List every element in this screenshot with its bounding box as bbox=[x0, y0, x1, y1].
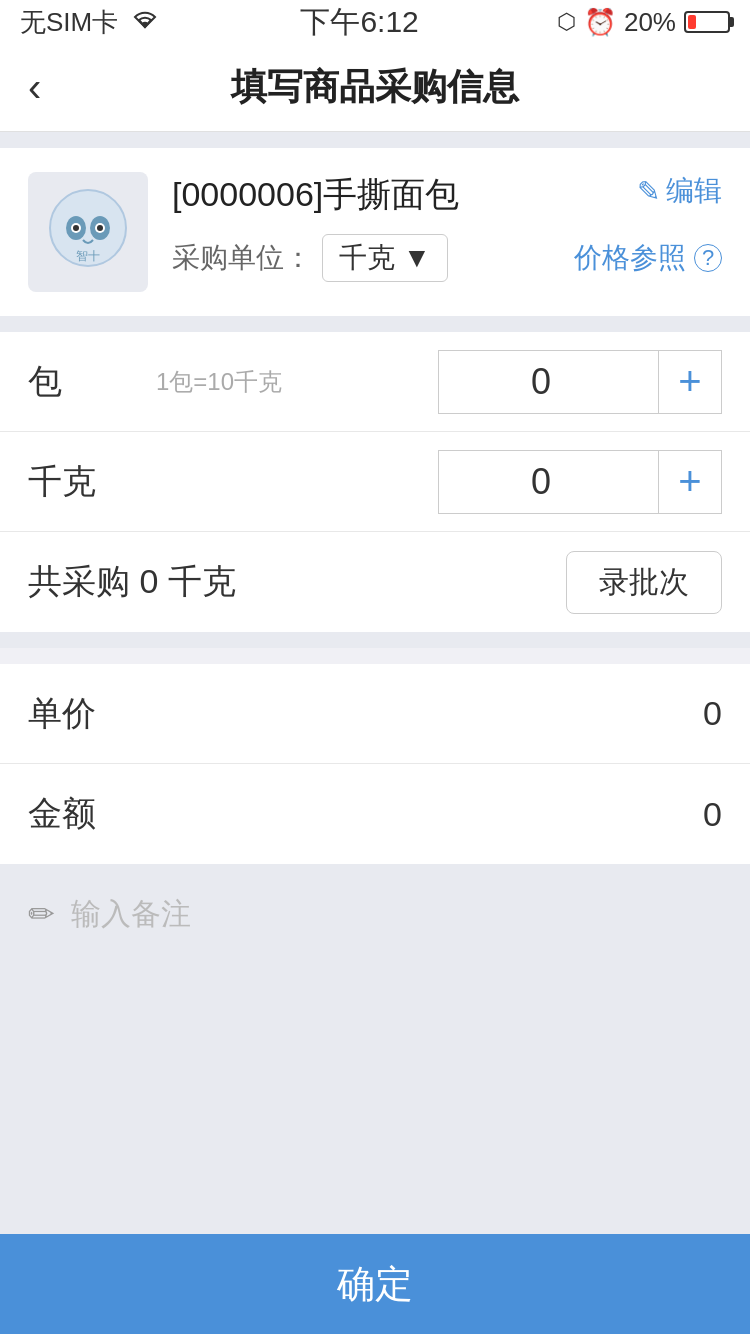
location-icon: ⬡ bbox=[557, 9, 576, 35]
info-section: 单价 0 金额 0 bbox=[0, 664, 750, 864]
back-button[interactable]: ‹ bbox=[28, 65, 41, 110]
product-name-row: [0000006]手撕面包 ✎ 编辑 bbox=[172, 172, 722, 218]
amount-label: 金额 bbox=[28, 791, 96, 837]
status-time: 下午6:12 bbox=[300, 2, 418, 43]
content-spacer bbox=[0, 964, 750, 1264]
product-logo: 智十 bbox=[48, 188, 128, 277]
product-info: [0000006]手撕面包 ✎ 编辑 采购单位： 千克 ▼ 价格参照 ? bbox=[172, 172, 722, 282]
product-card: 智十 [0000006]手撕面包 ✎ 编辑 采购单位： 千克 ▼ bbox=[0, 148, 750, 316]
kg-label: 千克 bbox=[28, 459, 148, 505]
alarm-icon: ⏰ bbox=[584, 7, 616, 38]
confirm-label: 确定 bbox=[337, 1259, 413, 1310]
product-name: [0000006]手撕面包 bbox=[172, 172, 459, 218]
pack-control: + bbox=[438, 350, 722, 414]
edit-icon: ✎ bbox=[637, 175, 660, 208]
battery-pct: 20% bbox=[624, 7, 676, 38]
svg-text:智十: 智十 bbox=[76, 249, 100, 263]
help-icon: ? bbox=[694, 244, 722, 272]
svg-point-5 bbox=[73, 225, 79, 231]
nav-bar: ‹ 填写商品采购信息 bbox=[0, 44, 750, 132]
price-reference-button[interactable]: 价格参照 ? bbox=[574, 239, 722, 277]
pack-input[interactable] bbox=[438, 350, 658, 414]
kg-plus-button[interactable]: + bbox=[658, 450, 722, 514]
unit-prefix: 采购单位： bbox=[172, 239, 312, 277]
chevron-down-icon: ▼ bbox=[403, 242, 431, 274]
confirm-button[interactable]: 确定 bbox=[0, 1234, 750, 1334]
product-unit-row: 采购单位： 千克 ▼ 价格参照 ? bbox=[172, 234, 722, 282]
status-right: ⬡ ⏰ 20% bbox=[557, 7, 730, 38]
kg-control: + bbox=[438, 450, 722, 514]
pack-sublabel: 1包=10千克 bbox=[156, 366, 282, 398]
unit-price-label: 单价 bbox=[28, 691, 96, 737]
divider-top bbox=[0, 132, 750, 148]
total-row: 共采购 0 千克 录批次 bbox=[0, 532, 750, 632]
total-label: 共采购 0 千克 bbox=[28, 559, 236, 605]
divider-mid2 bbox=[0, 632, 750, 648]
unit-dropdown[interactable]: 千克 ▼ bbox=[322, 234, 448, 282]
unit-selector: 采购单位： 千克 ▼ bbox=[172, 234, 448, 282]
remark-placeholder: 输入备注 bbox=[71, 894, 191, 935]
kg-row: 千克 + bbox=[0, 432, 750, 532]
amount-value: 0 bbox=[703, 795, 722, 834]
record-batch-button[interactable]: 录批次 bbox=[566, 551, 722, 614]
pencil-icon: ✏ bbox=[28, 895, 55, 933]
kg-input[interactable] bbox=[438, 450, 658, 514]
status-bar: 无SIM卡 下午6:12 ⬡ ⏰ 20% bbox=[0, 0, 750, 44]
page-title: 填写商品采购信息 bbox=[231, 63, 519, 112]
pack-label: 包 bbox=[28, 359, 148, 405]
wifi-icon bbox=[128, 7, 162, 38]
remark-section[interactable]: ✏ 输入备注 bbox=[0, 864, 750, 964]
status-left: 无SIM卡 bbox=[20, 5, 162, 40]
unit-price-row: 单价 0 bbox=[0, 664, 750, 764]
pack-plus-button[interactable]: + bbox=[658, 350, 722, 414]
product-thumbnail: 智十 bbox=[28, 172, 148, 292]
amount-row: 金额 0 bbox=[0, 764, 750, 864]
carrier-label: 无SIM卡 bbox=[20, 5, 118, 40]
unit-price-value: 0 bbox=[703, 694, 722, 733]
pack-row: 包 1包=10千克 + bbox=[0, 332, 750, 432]
svg-point-6 bbox=[97, 225, 103, 231]
quantity-section: 包 1包=10千克 + 千克 + bbox=[0, 332, 750, 532]
edit-button[interactable]: ✎ 编辑 bbox=[637, 172, 722, 210]
battery-icon bbox=[684, 11, 730, 33]
divider-mid bbox=[0, 316, 750, 332]
